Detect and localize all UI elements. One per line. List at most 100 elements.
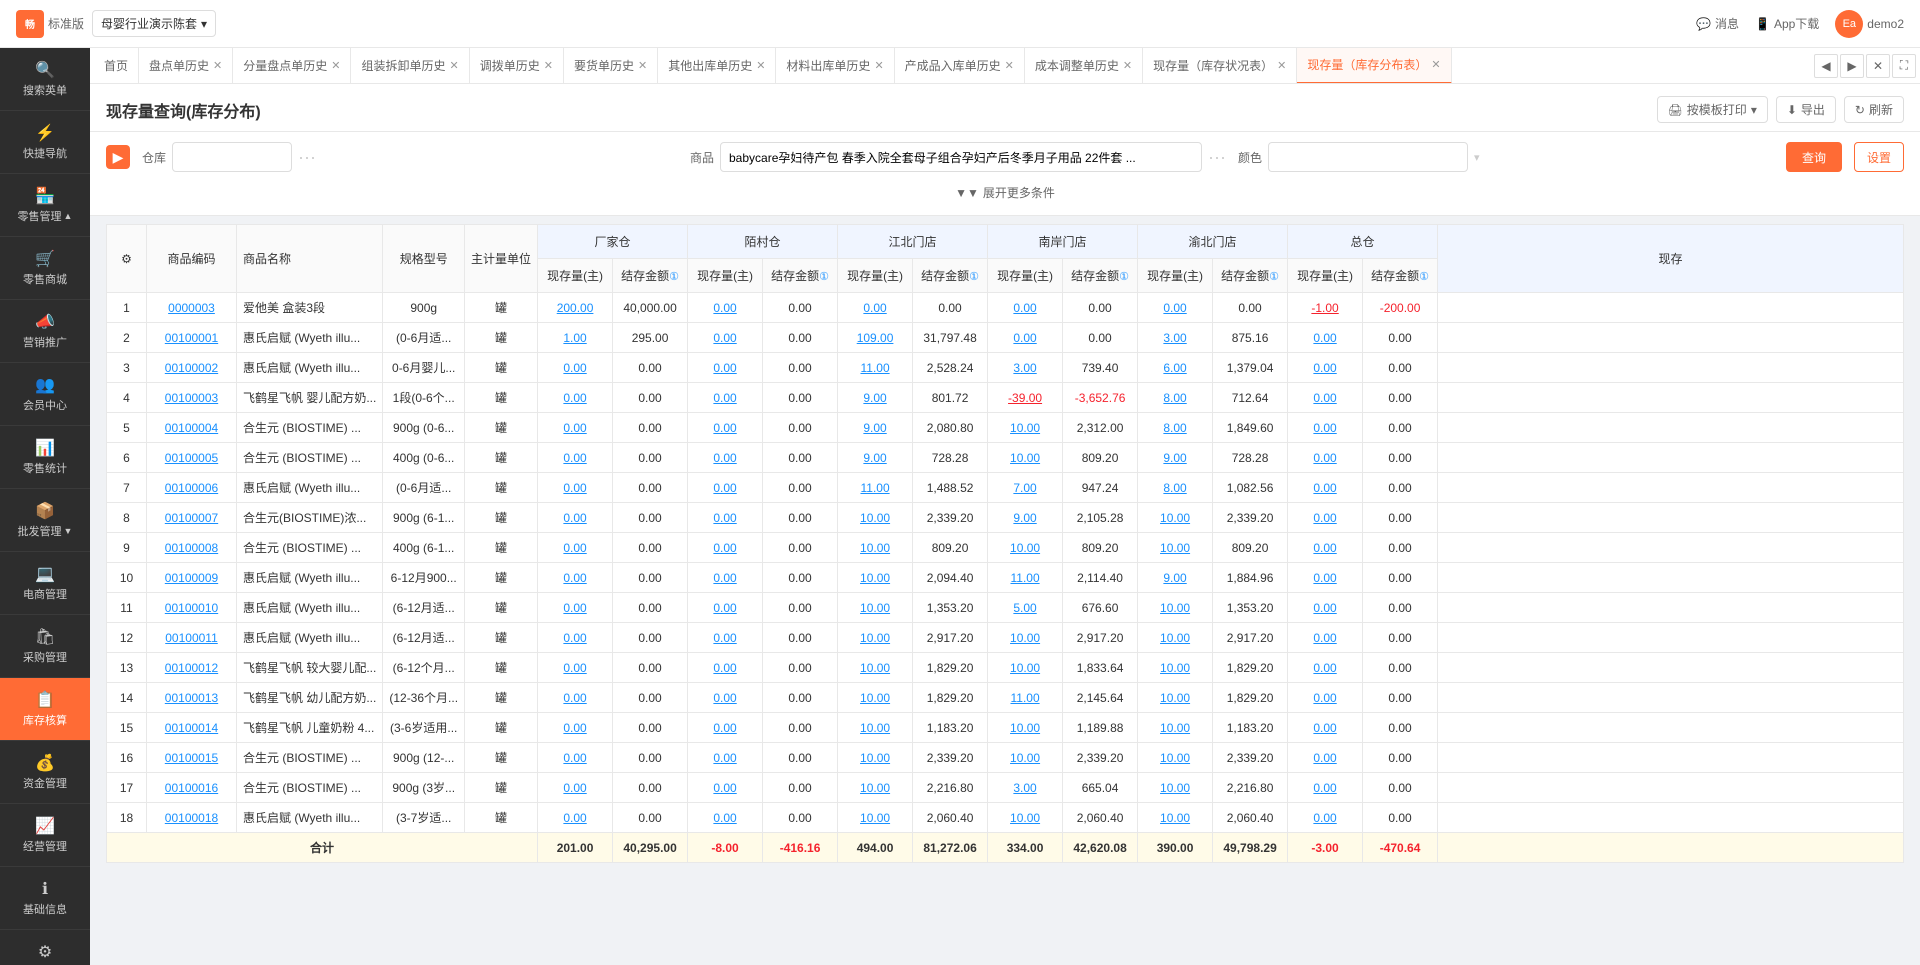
tab-material-out[interactable]: 材料出库单历史 ✕ bbox=[776, 48, 894, 84]
tab-purchase[interactable]: 要货单历史 ✕ bbox=[564, 48, 658, 84]
sidebar-item-retail[interactable]: 🏪 零售管理 ▲ bbox=[0, 174, 90, 237]
cell-nanan-qty[interactable]: 0.00 bbox=[988, 293, 1063, 323]
cell-mucuncu-qty[interactable]: 0.00 bbox=[688, 683, 763, 713]
cell-code[interactable]: 00100002 bbox=[147, 353, 237, 383]
sidebar-item-operation[interactable]: 📈 经营管理 bbox=[0, 804, 90, 867]
close-icon[interactable]: ✕ bbox=[544, 59, 553, 72]
print-btn[interactable]: 🖨 按模板打印 ▾ bbox=[1657, 96, 1768, 123]
cell-zongcang-qty[interactable]: 0.00 bbox=[1288, 653, 1363, 683]
cell-zongcang-qty[interactable]: 0.00 bbox=[1288, 803, 1363, 833]
cell-jiangbei-qty[interactable]: 10.00 bbox=[838, 533, 913, 563]
cell-nanan-qty[interactable]: 10.00 bbox=[988, 743, 1063, 773]
cell-mucuncu-qty[interactable]: 0.00 bbox=[688, 473, 763, 503]
cell-nanan-qty[interactable]: 11.00 bbox=[988, 563, 1063, 593]
cell-jiangbei-qty[interactable]: 10.00 bbox=[838, 713, 913, 743]
cell-changjiaku-qty[interactable]: 0.00 bbox=[538, 773, 613, 803]
close-icon[interactable]: ✕ bbox=[213, 59, 222, 72]
tab-allocation[interactable]: 调拨单历史 ✕ bbox=[470, 48, 564, 84]
cell-code[interactable]: 00100005 bbox=[147, 443, 237, 473]
cell-jiangbei-qty[interactable]: 11.00 bbox=[838, 353, 913, 383]
cell-changjiaku-qty[interactable]: 200.00 bbox=[538, 293, 613, 323]
cell-nanan-qty[interactable]: 5.00 bbox=[988, 593, 1063, 623]
cell-code[interactable]: 00100004 bbox=[147, 413, 237, 443]
tab-other-out[interactable]: 其他出库单历史 ✕ bbox=[658, 48, 776, 84]
sidebar-item-system[interactable]: ⚙ 系统管理 bbox=[0, 930, 90, 965]
cell-yubei-qty[interactable]: 8.00 bbox=[1138, 413, 1213, 443]
cell-yubei-qty[interactable]: 10.00 bbox=[1138, 533, 1213, 563]
cell-changjiaku-qty[interactable]: 0.00 bbox=[538, 653, 613, 683]
product-dots-btn[interactable]: ··· bbox=[1208, 147, 1226, 168]
sidebar-item-marketing[interactable]: 📣 营销推广 bbox=[0, 300, 90, 363]
cell-code[interactable]: 00100011 bbox=[147, 623, 237, 653]
cell-changjiaku-qty[interactable]: 0.00 bbox=[538, 593, 613, 623]
tab-prev-btn[interactable]: ◀ bbox=[1814, 54, 1838, 78]
th-settings[interactable]: ⚙ bbox=[107, 225, 147, 293]
cell-nanan-qty[interactable]: 9.00 bbox=[988, 503, 1063, 533]
settings-icon[interactable]: ⚙ bbox=[121, 252, 132, 266]
cell-code[interactable]: 00100018 bbox=[147, 803, 237, 833]
message-btn[interactable]: 💬 消息 bbox=[1696, 15, 1739, 32]
cell-jiangbei-qty[interactable]: 10.00 bbox=[838, 593, 913, 623]
sidebar-item-quick[interactable]: ⚡ 快捷导航 bbox=[0, 111, 90, 174]
cell-nanan-qty[interactable]: 0.00 bbox=[988, 323, 1063, 353]
cell-jiangbei-qty[interactable]: 10.00 bbox=[838, 563, 913, 593]
cell-changjiaku-qty[interactable]: 0.00 bbox=[538, 533, 613, 563]
tab-cost-adjust[interactable]: 成本调整单历史 ✕ bbox=[1025, 48, 1143, 84]
refresh-btn[interactable]: ↻ 刷新 bbox=[1844, 96, 1904, 123]
cell-yubei-qty[interactable]: 0.00 bbox=[1138, 293, 1213, 323]
cell-mucuncu-qty[interactable]: 0.00 bbox=[688, 743, 763, 773]
cell-yubei-qty[interactable]: 10.00 bbox=[1138, 593, 1213, 623]
cell-changjiaku-qty[interactable]: 0.00 bbox=[538, 443, 613, 473]
cell-code[interactable]: 00100006 bbox=[147, 473, 237, 503]
close-icon[interactable]: ✕ bbox=[1277, 59, 1286, 72]
close-icon[interactable]: ✕ bbox=[756, 59, 765, 72]
cell-changjiaku-qty[interactable]: 0.00 bbox=[538, 683, 613, 713]
cell-changjiaku-qty[interactable]: 0.00 bbox=[538, 623, 613, 653]
tab-inventory-dist[interactable]: 现存量（库存分布表） ✕ bbox=[1297, 48, 1451, 84]
settings-btn[interactable]: 设置 bbox=[1854, 142, 1904, 172]
cell-zongcang-qty[interactable]: 0.00 bbox=[1288, 443, 1363, 473]
info-icon[interactable]: ① bbox=[1119, 271, 1129, 283]
cell-nanan-qty[interactable]: 10.00 bbox=[988, 713, 1063, 743]
sidebar-item-member[interactable]: 👥 会员中心 bbox=[0, 363, 90, 426]
cell-yubei-qty[interactable]: 10.00 bbox=[1138, 653, 1213, 683]
tab-close-all-btn[interactable]: ✕ bbox=[1866, 54, 1890, 78]
cell-nanan-qty[interactable]: 10.00 bbox=[988, 413, 1063, 443]
cell-code[interactable]: 00100015 bbox=[147, 743, 237, 773]
user-area[interactable]: Ea demo2 bbox=[1835, 10, 1904, 38]
cell-yubei-qty[interactable]: 6.00 bbox=[1138, 353, 1213, 383]
close-icon[interactable]: ✕ bbox=[1005, 59, 1014, 72]
cell-yubei-qty[interactable]: 10.00 bbox=[1138, 503, 1213, 533]
sidebar-item-basic[interactable]: ℹ 基础信息 bbox=[0, 867, 90, 930]
cell-code[interactable]: 00100003 bbox=[147, 383, 237, 413]
cell-jiangbei-qty[interactable]: 9.00 bbox=[838, 443, 913, 473]
cell-zongcang-qty[interactable]: 0.00 bbox=[1288, 593, 1363, 623]
cell-mucuncu-qty[interactable]: 0.00 bbox=[688, 803, 763, 833]
cell-zongcang-qty[interactable]: 0.00 bbox=[1288, 503, 1363, 533]
close-icon[interactable]: ✕ bbox=[1431, 58, 1440, 71]
cell-mucuncu-qty[interactable]: 0.00 bbox=[688, 383, 763, 413]
cell-mucuncu-qty[interactable]: 0.00 bbox=[688, 293, 763, 323]
cell-changjiaku-qty[interactable]: 0.00 bbox=[538, 713, 613, 743]
cell-zongcang-qty[interactable]: 0.00 bbox=[1288, 323, 1363, 353]
info-icon[interactable]: ① bbox=[1419, 271, 1429, 283]
cell-nanan-qty[interactable]: 10.00 bbox=[988, 803, 1063, 833]
cell-changjiaku-qty[interactable]: 0.00 bbox=[538, 803, 613, 833]
tab-sub-inventory[interactable]: 分量盘点单历史 ✕ bbox=[233, 48, 351, 84]
cell-mucuncu-qty[interactable]: 0.00 bbox=[688, 413, 763, 443]
cell-code[interactable]: 00100013 bbox=[147, 683, 237, 713]
product-input[interactable] bbox=[720, 142, 1202, 172]
cell-zongcang-qty[interactable]: 0.00 bbox=[1288, 713, 1363, 743]
cell-changjiaku-qty[interactable]: 0.00 bbox=[538, 503, 613, 533]
cell-jiangbei-qty[interactable]: 109.00 bbox=[838, 323, 913, 353]
filter-toggle-btn[interactable]: ▶ bbox=[106, 145, 130, 169]
cell-nanan-qty[interactable]: 3.00 bbox=[988, 353, 1063, 383]
cell-code[interactable]: 00100010 bbox=[147, 593, 237, 623]
cell-yubei-qty[interactable]: 10.00 bbox=[1138, 683, 1213, 713]
cell-jiangbei-qty[interactable]: 10.00 bbox=[838, 743, 913, 773]
tab-inventory-status[interactable]: 现存量（库存状况表） ✕ bbox=[1143, 48, 1297, 84]
sidebar-item-wholesale[interactable]: 📦 批发管理 ▼ bbox=[0, 489, 90, 552]
cell-jiangbei-qty[interactable]: 10.00 bbox=[838, 503, 913, 533]
cell-yubei-qty[interactable]: 10.00 bbox=[1138, 623, 1213, 653]
cell-mucuncu-qty[interactable]: 0.00 bbox=[688, 653, 763, 683]
